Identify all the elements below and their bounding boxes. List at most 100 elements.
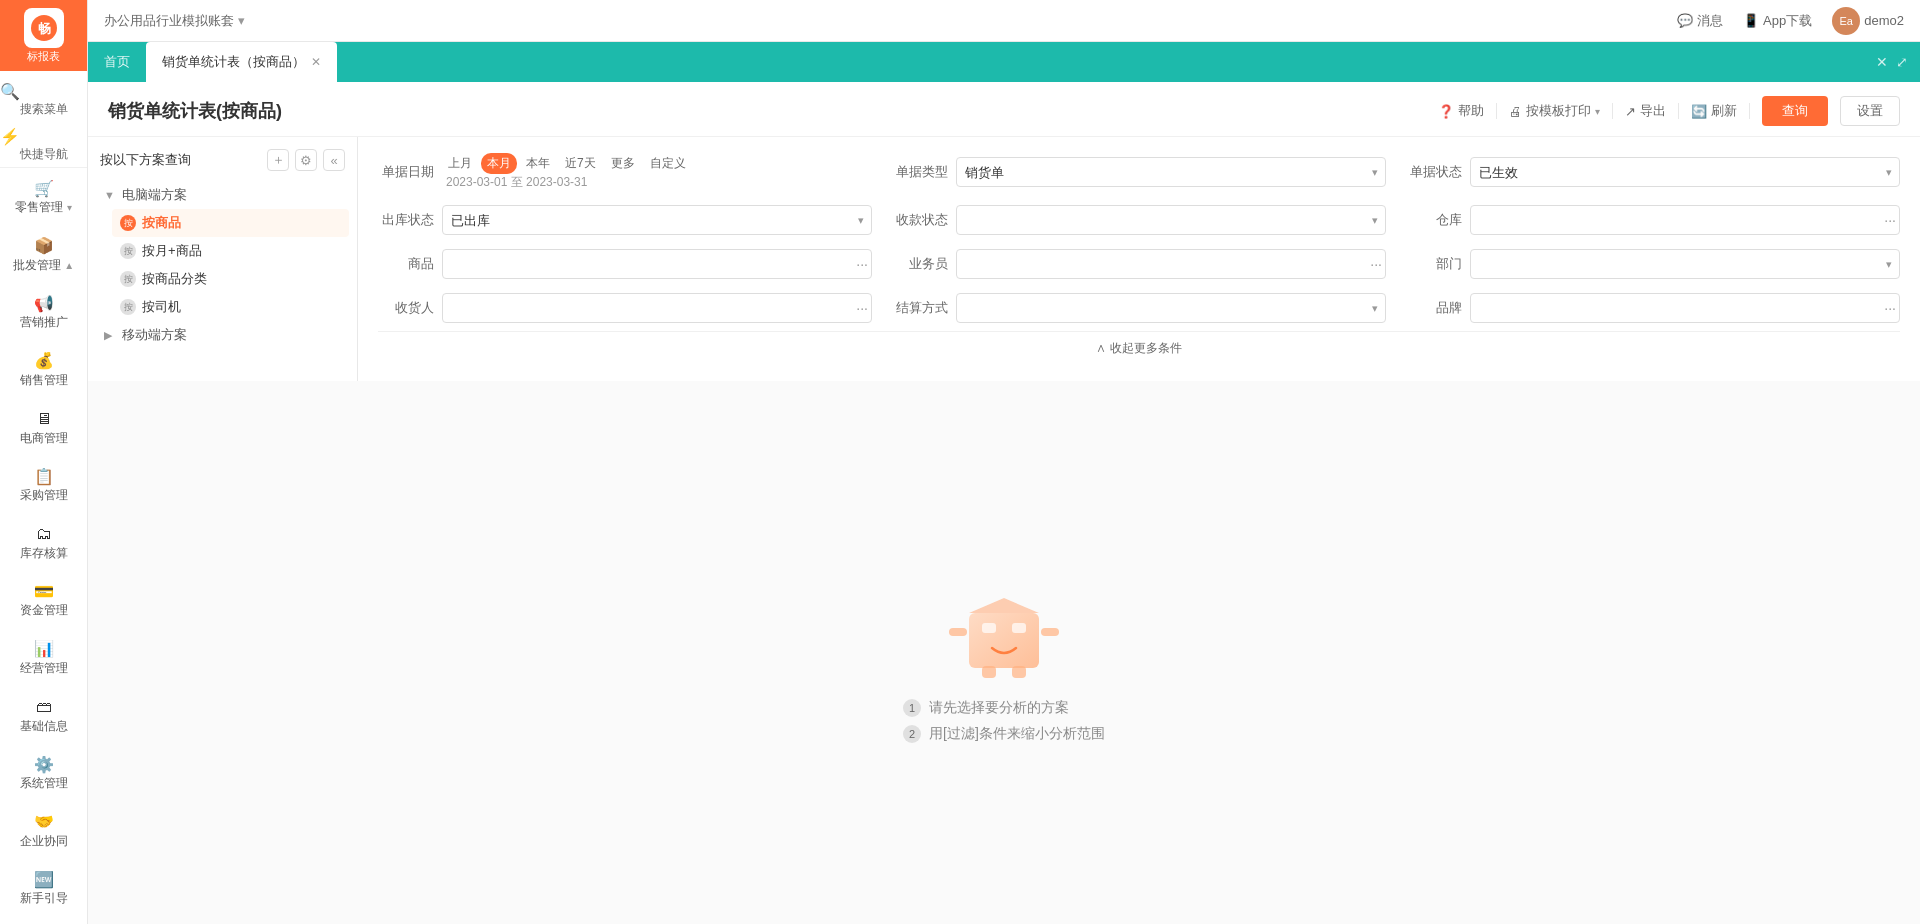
topbar: 办公用品行业模拟账套 ▾ 💬 消息 📱 App下载 Ea demo2: [88, 0, 1920, 42]
sidebar-item-apps[interactable]: 🔲 应用中心: [0, 917, 87, 924]
tree-child-by-category[interactable]: 按 按商品分类: [112, 265, 349, 293]
filter-payment-status-select[interactable]: [956, 205, 1386, 235]
tree-desktop[interactable]: ▼ 电脑端方案: [96, 181, 349, 209]
inventory-icon: 🗂: [34, 524, 54, 544]
operations-icon: 📊: [34, 639, 54, 659]
collapse-panel-button[interactable]: «: [323, 149, 345, 171]
date-tag-more[interactable]: 更多: [605, 153, 641, 174]
tab-home[interactable]: 首页: [88, 42, 146, 82]
filter-payment-method-select[interactable]: [956, 293, 1386, 323]
filter-department-select[interactable]: [1470, 249, 1900, 279]
filter-recipient-field: 收货人 ···: [378, 293, 872, 323]
filter-date-label: 单据日期: [378, 163, 434, 181]
warehouse-dots-icon[interactable]: ···: [1884, 212, 1896, 228]
tab-close-icon[interactable]: ✕: [311, 55, 321, 69]
procurement-icon: 📋: [34, 466, 54, 486]
topbar-dropdown-icon[interactable]: ▾: [238, 13, 245, 28]
tree-child-by-driver[interactable]: 按 按司机: [112, 293, 349, 321]
filter-warehouse-status-select[interactable]: 已出库: [442, 205, 872, 235]
filter-left-title: 按以下方案查询: [100, 151, 191, 169]
sidebar-item-inventory[interactable]: 🗂 库存核算: [0, 514, 87, 572]
refresh-button[interactable]: 🔄 刷新: [1691, 102, 1737, 120]
settings-scheme-button[interactable]: ⚙: [295, 149, 317, 171]
sidebar-item-procurement[interactable]: 📋 采购管理: [0, 456, 87, 514]
help-button[interactable]: ❓ 帮助: [1438, 102, 1484, 120]
sidebar-item-system[interactable]: ⚙️ 系统管理: [0, 744, 87, 802]
product-dots-icon[interactable]: ···: [856, 256, 868, 272]
topbar-message[interactable]: 💬 消息: [1677, 12, 1723, 30]
date-tag-this-month[interactable]: 本月: [481, 153, 517, 174]
tab-sales-stats[interactable]: 销货单统计表（按商品） ✕: [146, 42, 337, 82]
app-download-label: App下载: [1763, 12, 1812, 30]
tree-mobile[interactable]: ▶ 移动端方案: [96, 321, 349, 349]
sidebar-item-basics[interactable]: 🗃 基础信息: [0, 687, 87, 745]
tree-child-by-product-label: 按商品: [142, 214, 181, 232]
filter-brand-control: ···: [1470, 293, 1900, 323]
sidebar-item-ecommerce[interactable]: 🖥 电商管理: [0, 399, 87, 457]
empty-illustration: [944, 563, 1064, 683]
page-header: 销货单统计表(按商品) ❓ 帮助 🖨 按模板打印 ▾ ↗ 导出: [88, 82, 1920, 137]
filter-brand-label: 品牌: [1406, 299, 1462, 317]
help-label: 帮助: [1458, 102, 1484, 120]
filter-payment-status-control: [956, 205, 1386, 235]
sidebar-quick-nav-label: 快捷导航: [0, 146, 87, 163]
divider-3: [1678, 103, 1679, 119]
content-area: 销货单统计表(按商品) ❓ 帮助 🖨 按模板打印 ▾ ↗ 导出: [88, 82, 1920, 924]
export-icon: ↗: [1625, 104, 1636, 119]
help-icon: ❓: [1438, 104, 1454, 119]
filter-doc-status-select[interactable]: 已生效: [1470, 157, 1900, 187]
logo-area[interactable]: 畅 标报表: [0, 0, 87, 71]
add-scheme-button[interactable]: ＋: [267, 149, 289, 171]
svg-rect-2: [969, 613, 1039, 668]
filter-brand-input[interactable]: [1470, 293, 1900, 323]
tree-child-by-month-product[interactable]: 按 按月+商品: [112, 237, 349, 265]
filter-payment-status-label: 收款状态: [892, 211, 948, 229]
filter-doc-type-select[interactable]: 销货单: [956, 157, 1386, 187]
topbar-app-download[interactable]: 📱 App下载: [1743, 12, 1812, 30]
filter-warehouse-status-field: 出库状态 已出库: [378, 205, 872, 235]
tab-close-window-icon[interactable]: ✕: [1876, 54, 1888, 70]
salesperson-dots-icon[interactable]: ···: [1370, 256, 1382, 272]
brand-dots-icon[interactable]: ···: [1884, 300, 1896, 316]
print-button[interactable]: 🖨 按模板打印 ▾: [1509, 102, 1600, 120]
sidebar-item-marketing[interactable]: 📢 营销推广: [0, 283, 87, 341]
search-icon: 🔍: [0, 81, 20, 101]
sidebar-item-sales[interactable]: 💰 销售管理: [0, 341, 87, 399]
sidebar-item-retail[interactable]: 🛒 零售管理 ▾: [0, 168, 87, 226]
sidebar-item-wholesale[interactable]: 📦 批发管理 ▲: [0, 226, 87, 284]
date-tag-last-month[interactable]: 上月: [442, 153, 478, 174]
filter-brand-field: 品牌 ···: [1406, 293, 1900, 323]
filter-recipient-input[interactable]: [442, 293, 872, 323]
sidebar-search[interactable]: 🔍 搜索菜单: [0, 71, 87, 122]
filter-payment-method-control: [956, 293, 1386, 323]
tree-child-by-product[interactable]: 按 按商品: [112, 209, 349, 237]
sidebar-item-finance[interactable]: 💳 资金管理: [0, 571, 87, 629]
tab-expand-icon[interactable]: ⤢: [1896, 54, 1908, 70]
topbar-title: 办公用品行业模拟账套 ▾: [104, 12, 245, 30]
logo-icon: 畅: [24, 8, 64, 48]
filter-product-control: ···: [442, 249, 872, 279]
recipient-dots-icon[interactable]: ···: [856, 300, 868, 316]
print-dropdown-icon: ▾: [1595, 106, 1600, 117]
filter-doc-status-field: 单据状态 已生效: [1406, 153, 1900, 191]
sidebar-quick-nav[interactable]: ⚡ 快捷导航: [0, 122, 87, 168]
date-tag-this-year[interactable]: 本年: [520, 153, 556, 174]
date-tag-7days[interactable]: 近7天: [559, 153, 602, 174]
sidebar-item-enterprise[interactable]: 🤝 企业协同: [0, 802, 87, 860]
page-actions: ❓ 帮助 🖨 按模板打印 ▾ ↗ 导出 🔄 刷新: [1438, 96, 1900, 126]
sidebar-item-operations[interactable]: 📊 经营管理: [0, 629, 87, 687]
filter-product-input[interactable]: [442, 249, 872, 279]
topbar-user[interactable]: Ea demo2: [1832, 7, 1904, 35]
query-button[interactable]: 查询: [1762, 96, 1828, 126]
filter-salesperson-input[interactable]: [956, 249, 1386, 279]
print-icon: 🖨: [1509, 104, 1522, 119]
filter-left-header: 按以下方案查询 ＋ ⚙ «: [96, 149, 349, 171]
date-tag-custom[interactable]: 自定义: [644, 153, 692, 174]
sidebar-item-guide[interactable]: 🆕 新手引导: [0, 859, 87, 917]
filter-department-field: 部门: [1406, 249, 1900, 279]
collapse-bar[interactable]: ∧ 收起更多条件: [378, 331, 1900, 365]
export-button[interactable]: ↗ 导出: [1625, 102, 1666, 120]
scheme-icon-gray-3: 按: [120, 299, 136, 315]
filter-warehouse-input[interactable]: [1470, 205, 1900, 235]
settings-button[interactable]: 设置: [1840, 96, 1900, 126]
